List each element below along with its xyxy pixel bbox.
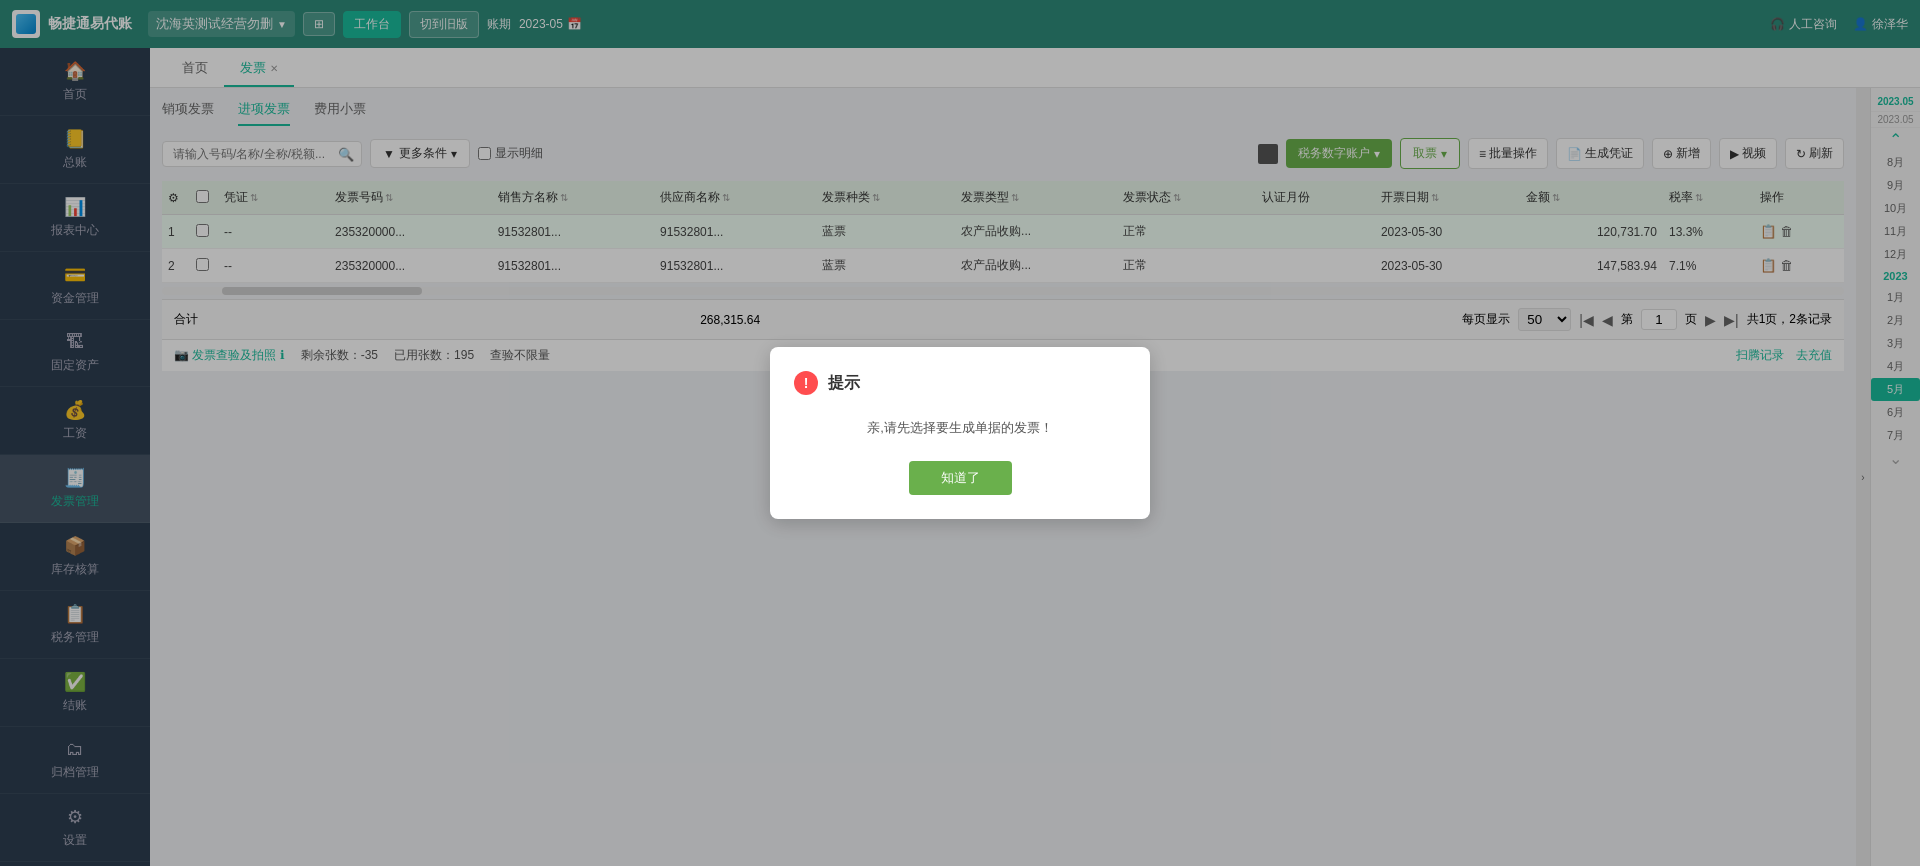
- modal-header: ! 提示: [794, 371, 1126, 395]
- warning-icon: !: [794, 371, 818, 395]
- modal-title: 提示: [828, 373, 860, 394]
- modal-body: 亲,请先选择要生成单据的发票！: [794, 411, 1126, 461]
- modal-overlay: ! 提示 亲,请先选择要生成单据的发票！ 知道了: [0, 0, 1920, 866]
- modal-footer: 知道了: [794, 461, 1126, 495]
- confirm-button[interactable]: 知道了: [909, 461, 1012, 495]
- modal-message: 亲,请先选择要生成单据的发票！: [867, 420, 1053, 435]
- modal-dialog: ! 提示 亲,请先选择要生成单据的发票！ 知道了: [770, 347, 1150, 519]
